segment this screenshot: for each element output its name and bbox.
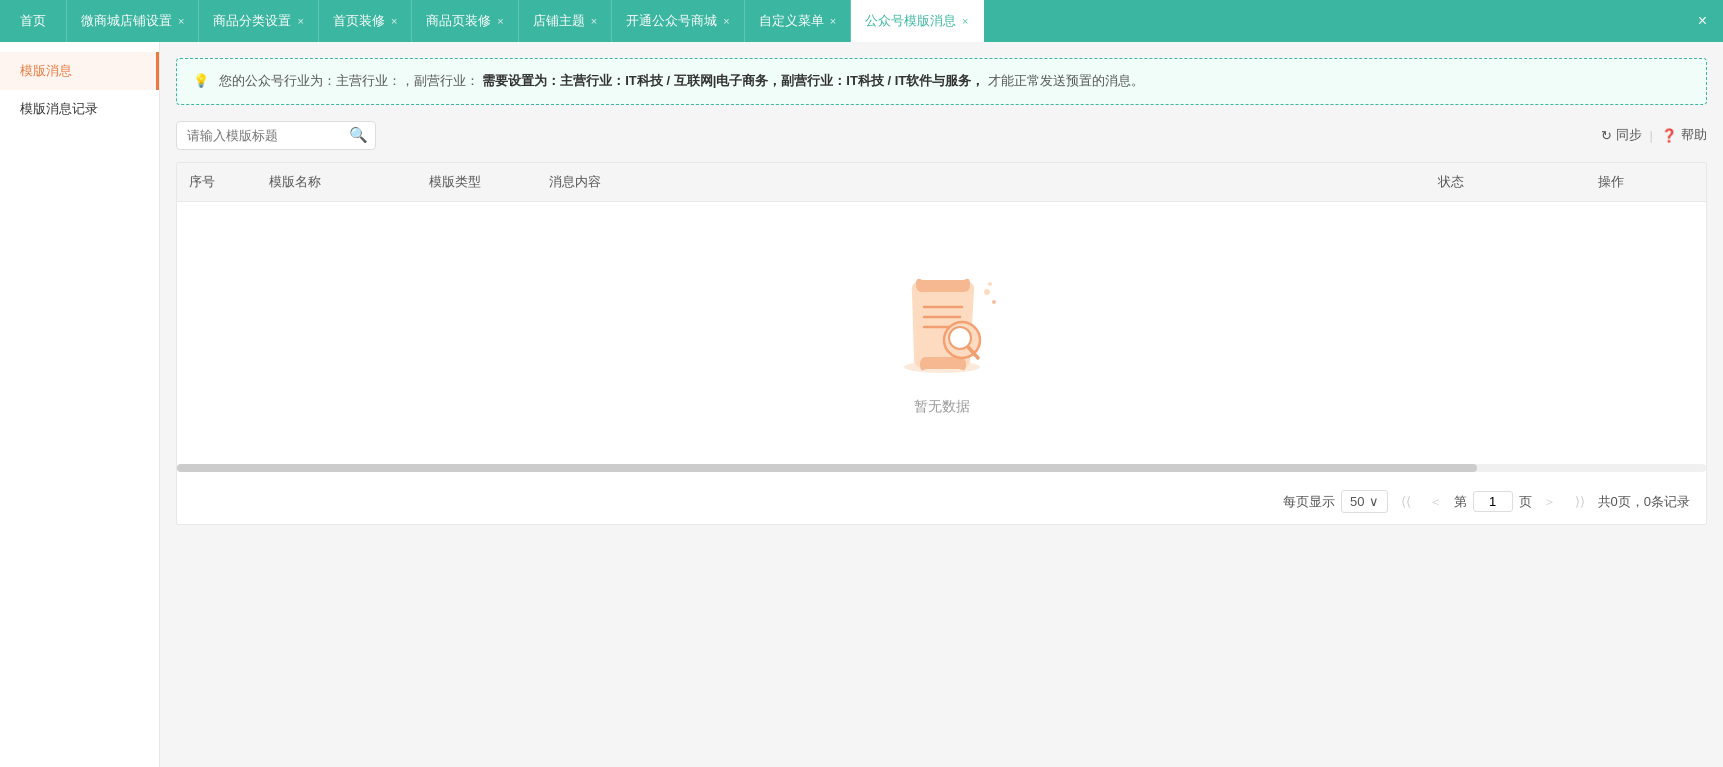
sidebar: 模版消息 模版消息记录 [0,42,160,767]
main-content: 💡 您的公众号行业为：主营行业：，副营行业： 需要设置为：主营行业：IT科技 /… [160,42,1723,767]
notice-icon: 💡 [193,73,209,88]
col-header-type: 模版类型 [417,163,537,201]
search-bar: 🔍 ↻ 同步 | ❓ 帮助 [176,121,1707,150]
table-header: 序号 模版名称 模版类型 消息内容 状态 操作 [177,163,1706,202]
close-icon[interactable]: × [591,15,597,27]
search-right: ↻ 同步 | ❓ 帮助 [1601,126,1707,144]
col-header-content: 消息内容 [537,163,1426,201]
nav-item-home[interactable]: 首页 [0,0,67,42]
search-icon[interactable]: 🔍 [349,126,368,144]
search-left: 🔍 [176,121,376,150]
data-table: 序号 模版名称 模版类型 消息内容 状态 操作 [176,162,1707,525]
nav-item-category[interactable]: 商品分类设置 × [199,0,318,42]
divider: | [1650,128,1653,143]
col-header-name: 模版名称 [257,163,417,201]
top-navigation: 首页 微商城店铺设置 × 商品分类设置 × 首页装修 × 商品页装修 × 店铺主… [0,0,1723,42]
first-page-button[interactable]: ⟨⟨ [1394,490,1418,514]
chevron-down-icon: ∨ [1369,494,1379,509]
nav-item-product-decor[interactable]: 商品页装修 × [412,0,518,42]
next-page-button[interactable]: ＞ [1538,490,1562,514]
col-header-index: 序号 [177,163,257,201]
notice-box: 💡 您的公众号行业为：主营行业：，副营行业： 需要设置为：主营行业：IT科技 /… [176,58,1707,105]
close-icon[interactable]: × [297,15,303,27]
close-icon[interactable]: × [497,15,503,27]
page-number-input[interactable] [1473,491,1513,512]
page-suffix: 页 [1519,493,1532,511]
search-input-wrap: 🔍 [176,121,376,150]
page-total: 共0页，0条记录 [1598,493,1690,511]
sidebar-item-template-msg-record[interactable]: 模版消息记录 [0,90,159,128]
empty-illustration [882,262,1002,382]
col-header-status: 状态 [1426,163,1586,201]
close-icon[interactable]: × [962,15,968,27]
empty-state: 暂无数据 [177,202,1706,456]
per-page-label: 每页显示 [1283,493,1335,511]
scrollbar-thumb[interactable] [177,464,1477,472]
last-page-button[interactable]: ⟩⟩ [1568,490,1592,514]
svg-point-7 [984,289,990,295]
search-input[interactable] [176,121,376,150]
main-layout: 模版消息 模版消息记录 💡 您的公众号行业为：主营行业：，副营行业： 需要设置为… [0,42,1723,767]
sidebar-item-template-msg[interactable]: 模版消息 [0,52,159,90]
nav-item-shop-settings[interactable]: 微商城店铺设置 × [67,0,199,42]
close-icon[interactable]: × [723,15,729,27]
empty-text: 暂无数据 [914,398,970,416]
per-page-select[interactable]: 50 ∨ [1341,490,1387,513]
close-icon[interactable]: × [391,15,397,27]
close-icon[interactable]: × [178,15,184,27]
col-header-action: 操作 [1586,163,1706,201]
svg-point-9 [988,282,992,286]
pagination: 每页显示 50 ∨ ⟨⟨ ＜ 第 页 ＞ ⟩⟩ 共0页，0条记录 [177,480,1706,524]
nav-item-template-msg[interactable]: 公众号模版消息 × [851,0,983,42]
prev-page-button[interactable]: ＜ [1424,490,1448,514]
horizontal-scrollbar[interactable] [177,464,1706,472]
nav-item-open-mall[interactable]: 开通公众号商城 × [612,0,744,42]
svg-point-8 [992,300,996,304]
help-icon: ❓ [1661,128,1677,143]
page-label: 第 [1454,493,1467,511]
close-icon[interactable]: × [830,15,836,27]
nav-item-theme[interactable]: 店铺主题 × [519,0,612,42]
help-button[interactable]: ❓ 帮助 [1661,126,1707,144]
nav-item-homepage-decor[interactable]: 首页装修 × [319,0,412,42]
sync-icon: ↻ [1601,128,1612,143]
sync-button[interactable]: ↻ 同步 [1601,126,1642,144]
nav-item-custom-menu[interactable]: 自定义菜单 × [745,0,851,42]
global-close-icon[interactable]: × [1698,12,1707,30]
